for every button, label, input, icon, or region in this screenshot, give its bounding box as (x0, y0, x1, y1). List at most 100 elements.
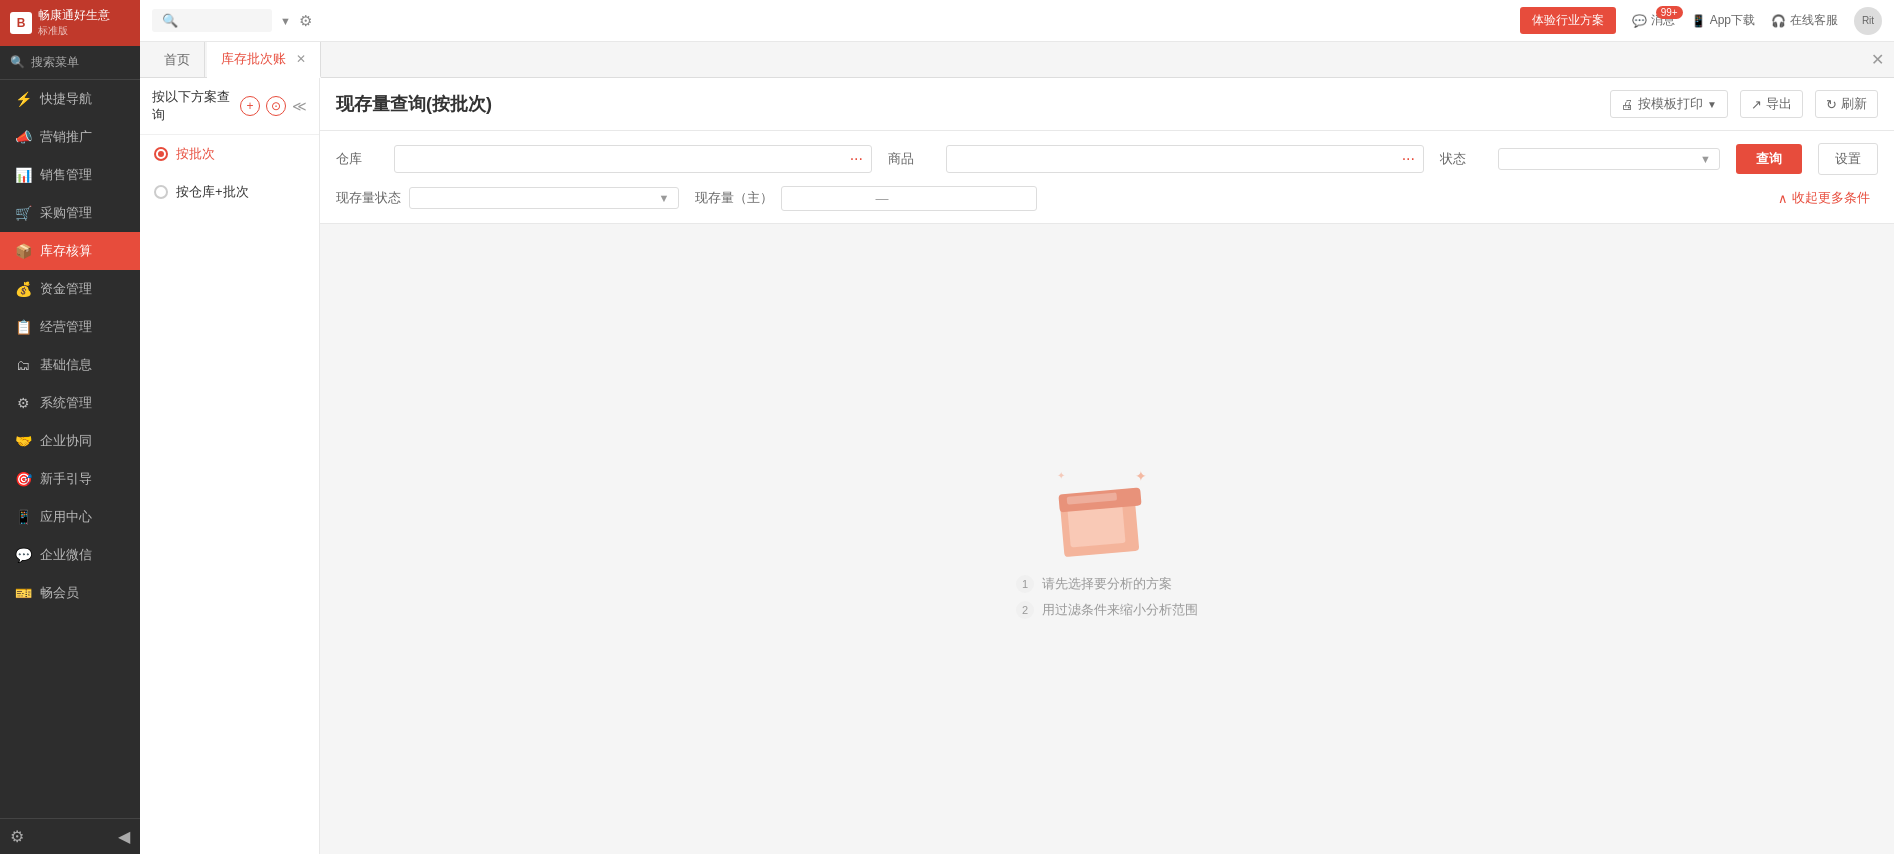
content-area: 按以下方案查询 + ⊙ ≪ 按批次 按仓库+批次 (140, 78, 1894, 854)
settings-circle-icon: ⊙ (271, 99, 281, 113)
product-input[interactable] (955, 152, 1402, 167)
filter-panel-title: 按以下方案查询 (152, 88, 240, 124)
warehouse-input[interactable] (403, 152, 850, 167)
tab-home[interactable]: 首页 (150, 42, 205, 78)
sidebar-item-label: 基础信息 (40, 356, 92, 374)
search-row-2: 现存量状态 ▼ 现存量（主） — (336, 185, 1878, 211)
svg-rect-1 (1067, 505, 1125, 548)
messages-item[interactable]: 💬 消息 99+ (1632, 12, 1675, 29)
sidebar-search-label: 搜索菜单 (31, 54, 79, 71)
close-all-tabs-icon[interactable]: ✕ (1871, 50, 1884, 69)
collapse-button[interactable]: ∧ 收起更多条件 (1770, 185, 1878, 211)
warehouse-dots[interactable]: ··· (850, 150, 863, 168)
sidebar-item-inventory[interactable]: 📦 库存核算 (0, 232, 140, 270)
page-title: 现存量查询(按批次) (336, 92, 492, 116)
user-avatar[interactable]: Rit (1854, 7, 1882, 35)
sidebar-item-system[interactable]: ⚙ 系统管理 (0, 384, 140, 422)
marketing-icon: 📣 (14, 128, 32, 146)
collapse-up-icon: ∧ (1778, 191, 1788, 206)
sidebar-item-quick-nav[interactable]: ⚡ 快捷导航 (0, 80, 140, 118)
topbar-search-input[interactable] (184, 14, 244, 28)
member-icon: 🎫 (14, 584, 32, 602)
refresh-label: 刷新 (1841, 95, 1867, 113)
message-icon: 💬 (1632, 14, 1647, 28)
filter-collapse-icon[interactable]: ≪ (292, 98, 307, 114)
refresh-button[interactable]: ↻ 刷新 (1815, 90, 1878, 118)
print-template-button[interactable]: 🖨 按模板打印 ▼ (1610, 90, 1728, 118)
hint-1-number: 1 (1016, 575, 1034, 593)
range-separator: — (876, 191, 889, 206)
filter-settings-button[interactable]: ⊙ (266, 96, 286, 116)
filter-item-by-batch[interactable]: 按批次 (140, 135, 319, 173)
product-field: 商品 ··· (888, 145, 1424, 173)
tab-inventory-batch-label: 库存批次账 (221, 50, 286, 68)
print-label: 按模板打印 (1638, 95, 1703, 113)
page-actions: 🖨 按模板打印 ▼ ↗ 导出 ↻ 刷新 (1610, 90, 1878, 118)
warehouse-field: 仓库 ··· (336, 145, 872, 173)
printer-icon: 🖨 (1621, 97, 1634, 112)
sidebar-settings-icon[interactable]: ⚙ (10, 827, 24, 846)
right-content: 现存量查询(按批次) 🖨 按模板打印 ▼ ↗ 导出 ↻ 刷新 (320, 78, 1894, 854)
sidebar-item-enterprise[interactable]: 🤝 企业协同 (0, 422, 140, 460)
status-arrow-icon[interactable]: ▼ (1700, 153, 1711, 165)
sidebar-item-marketing[interactable]: 📣 营销推广 (0, 118, 140, 156)
filter-item-by-warehouse-batch[interactable]: 按仓库+批次 (140, 173, 319, 211)
sidebar-item-newbie[interactable]: 🎯 新手引导 (0, 460, 140, 498)
headset-icon: 🎧 (1771, 14, 1786, 28)
quick-nav-icon: ⚡ (14, 90, 32, 108)
topbar-dropdown-arrow[interactable]: ▼ (280, 15, 291, 27)
app-title: 畅康通好生意 (38, 8, 110, 24)
inventory-status-arrow: ▼ (659, 192, 670, 204)
search-settings-button[interactable]: 设置 (1818, 143, 1878, 175)
tab-close-icon[interactable]: ✕ (296, 52, 306, 66)
avatar-text: Rit (1862, 15, 1874, 26)
product-dots[interactable]: ··· (1402, 150, 1415, 168)
sidebar-item-label: 快捷导航 (40, 90, 92, 108)
sidebar-item-sales[interactable]: 📊 销售管理 (0, 156, 140, 194)
tabbar: 首页 库存批次账 ✕ ✕ (140, 42, 1894, 78)
sidebar-item-app-center[interactable]: 📱 应用中心 (0, 498, 140, 536)
topbar-search-box[interactable]: 🔍 (152, 9, 272, 32)
warehouse-label: 仓库 (336, 150, 386, 168)
filter-item-label-warehouse-batch: 按仓库+批次 (176, 183, 249, 201)
enterprise-icon: 🤝 (14, 432, 32, 450)
inventory-status-label: 现存量状态 (336, 189, 401, 207)
sidebar-item-operations[interactable]: 📋 经营管理 (0, 308, 140, 346)
qty-range-input[interactable]: — (781, 186, 1038, 211)
app-logo: B (10, 12, 32, 34)
inventory-status-select[interactable]: ▼ (409, 187, 679, 209)
export-button[interactable]: ↗ 导出 (1740, 90, 1803, 118)
status-select-wrap[interactable]: ▼ (1498, 148, 1720, 170)
topbar-search-icon: 🔍 (162, 13, 178, 28)
sidebar-item-finance[interactable]: 💰 资金管理 (0, 270, 140, 308)
sidebar-item-label: 畅会员 (40, 584, 79, 602)
sidebar-item-member[interactable]: 🎫 畅会员 (0, 574, 140, 612)
collapse-label: 收起更多条件 (1792, 189, 1870, 207)
qty-from-input[interactable] (790, 191, 870, 206)
query-button[interactable]: 查询 (1736, 144, 1802, 174)
topbar-gear-icon[interactable]: ⚙ (299, 12, 312, 30)
sidebar-item-purchase[interactable]: 🛒 采购管理 (0, 194, 140, 232)
app-download-item[interactable]: 📱 App下载 (1691, 12, 1755, 29)
qty-to-input[interactable] (895, 191, 975, 206)
online-service-item[interactable]: 🎧 在线客服 (1771, 12, 1838, 29)
sidebar-collapse-icon[interactable]: ◀ (118, 827, 130, 846)
experience-industry-button[interactable]: 体验行业方案 (1520, 7, 1616, 34)
product-input-wrap[interactable]: ··· (946, 145, 1424, 173)
empty-illustration: ✦ ✦ (1047, 459, 1167, 559)
sidebar-item-wechat[interactable]: 💬 企业微信 (0, 536, 140, 574)
filter-add-button[interactable]: + (240, 96, 260, 116)
filter-panel: 按以下方案查询 + ⊙ ≪ 按批次 按仓库+批次 (140, 78, 320, 854)
sidebar-item-label: 应用中心 (40, 508, 92, 526)
sidebar-item-basic[interactable]: 🗂 基础信息 (0, 346, 140, 384)
purchase-icon: 🛒 (14, 204, 32, 222)
tab-inventory-batch[interactable]: 库存批次账 ✕ (207, 42, 321, 78)
basic-icon: 🗂 (14, 356, 32, 374)
search-icon: 🔍 (10, 55, 25, 69)
warehouse-input-wrap[interactable]: ··· (394, 145, 872, 173)
sidebar-search[interactable]: 🔍 搜索菜单 (0, 46, 140, 80)
sidebar-header: B 畅康通好生意 标准版 (0, 0, 140, 46)
operations-icon: 📋 (14, 318, 32, 336)
status-label: 状态 (1440, 150, 1490, 168)
empty-svg: ✦ ✦ (1047, 459, 1167, 559)
